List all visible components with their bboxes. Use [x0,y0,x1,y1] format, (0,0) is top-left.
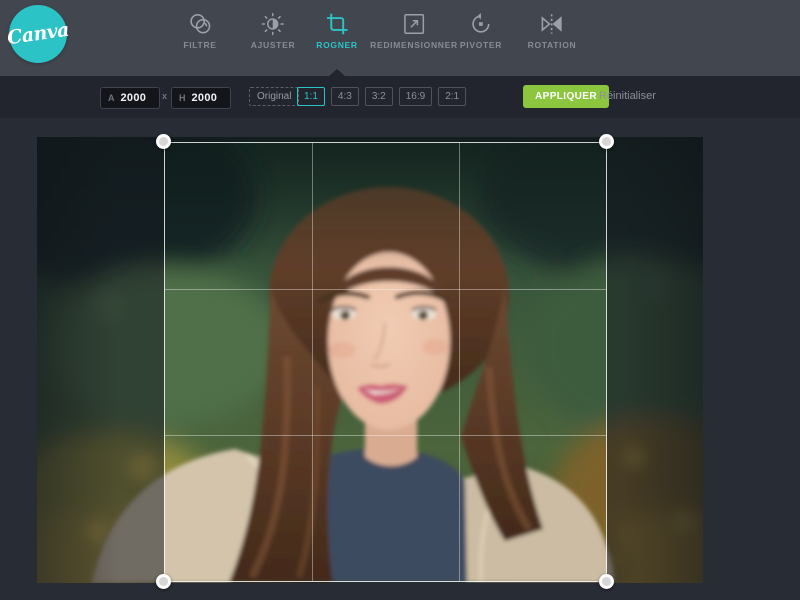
tool-ajuster[interactable]: AJUSTER [251,11,296,50]
height-input-label: H [179,93,186,103]
crop-grid-horizontal-line [165,435,606,436]
tool-redimensionner[interactable]: REDIMENSIONNER [370,11,458,50]
crop-handle-bottom-right[interactable] [599,574,614,589]
crop-grid-vertical-line [312,143,313,581]
tool-rotation[interactable]: ROTATION [528,11,577,50]
tool-label: AJUSTER [251,40,296,50]
crop-handle-bottom-left[interactable] [156,574,171,589]
width-input-value: 2000 [121,92,147,104]
width-input-label: A [108,93,115,103]
tool-label: ROGNER [316,40,358,50]
crop-options-bar: A 2000 x H 2000 Original 1:1 4:3 3:2 16:… [0,76,800,118]
tool-pivoter[interactable]: PIVOTER [460,11,502,50]
ratio-button-16-9[interactable]: 16:9 [399,87,432,106]
filter-icon [187,11,213,37]
crop-icon [324,11,350,37]
crop-region[interactable] [164,142,607,582]
tool-rogner[interactable]: ROGNER [316,11,358,50]
ratio-button-original[interactable]: Original [249,87,299,106]
tool-label: ROTATION [528,40,577,50]
ratio-button-2-1[interactable]: 2:1 [438,87,466,106]
top-toolbar: Canva FILTRE AJUSTER [0,0,800,76]
brightness-icon [260,11,286,37]
height-input-value: 2000 [192,92,218,104]
crop-grid-vertical-line [459,143,460,581]
photo-canvas [37,137,703,583]
ratio-button-1-1[interactable]: 1:1 [297,87,325,106]
tool-label: FILTRE [183,40,216,50]
tool-label: REDIMENSIONNER [370,40,458,50]
reset-link[interactable]: Réinitialiser [599,90,656,102]
width-input[interactable]: A 2000 [100,87,160,109]
active-tool-notch [329,69,345,76]
tool-filtre[interactable]: FILTRE [183,11,216,50]
apply-button[interactable]: APPLIQUER [523,85,609,108]
crop-handle-top-right[interactable] [599,134,614,149]
flip-horizontal-icon [539,11,565,37]
canva-logo-text: Canva [6,19,71,49]
rotate-ccw-icon [468,11,494,37]
ratio-button-4-3[interactable]: 4:3 [331,87,359,106]
dimension-separator: x [162,91,167,101]
resize-icon [401,11,427,37]
ratio-button-3-2[interactable]: 3:2 [365,87,393,106]
canva-logo[interactable]: Canva [9,5,67,63]
height-input[interactable]: H 2000 [171,87,231,109]
crop-handle-top-left[interactable] [156,134,171,149]
ratio-button-group: 1:1 4:3 3:2 16:9 2:1 [297,87,466,106]
tool-label: PIVOTER [460,40,502,50]
crop-grid-horizontal-line [165,289,606,290]
